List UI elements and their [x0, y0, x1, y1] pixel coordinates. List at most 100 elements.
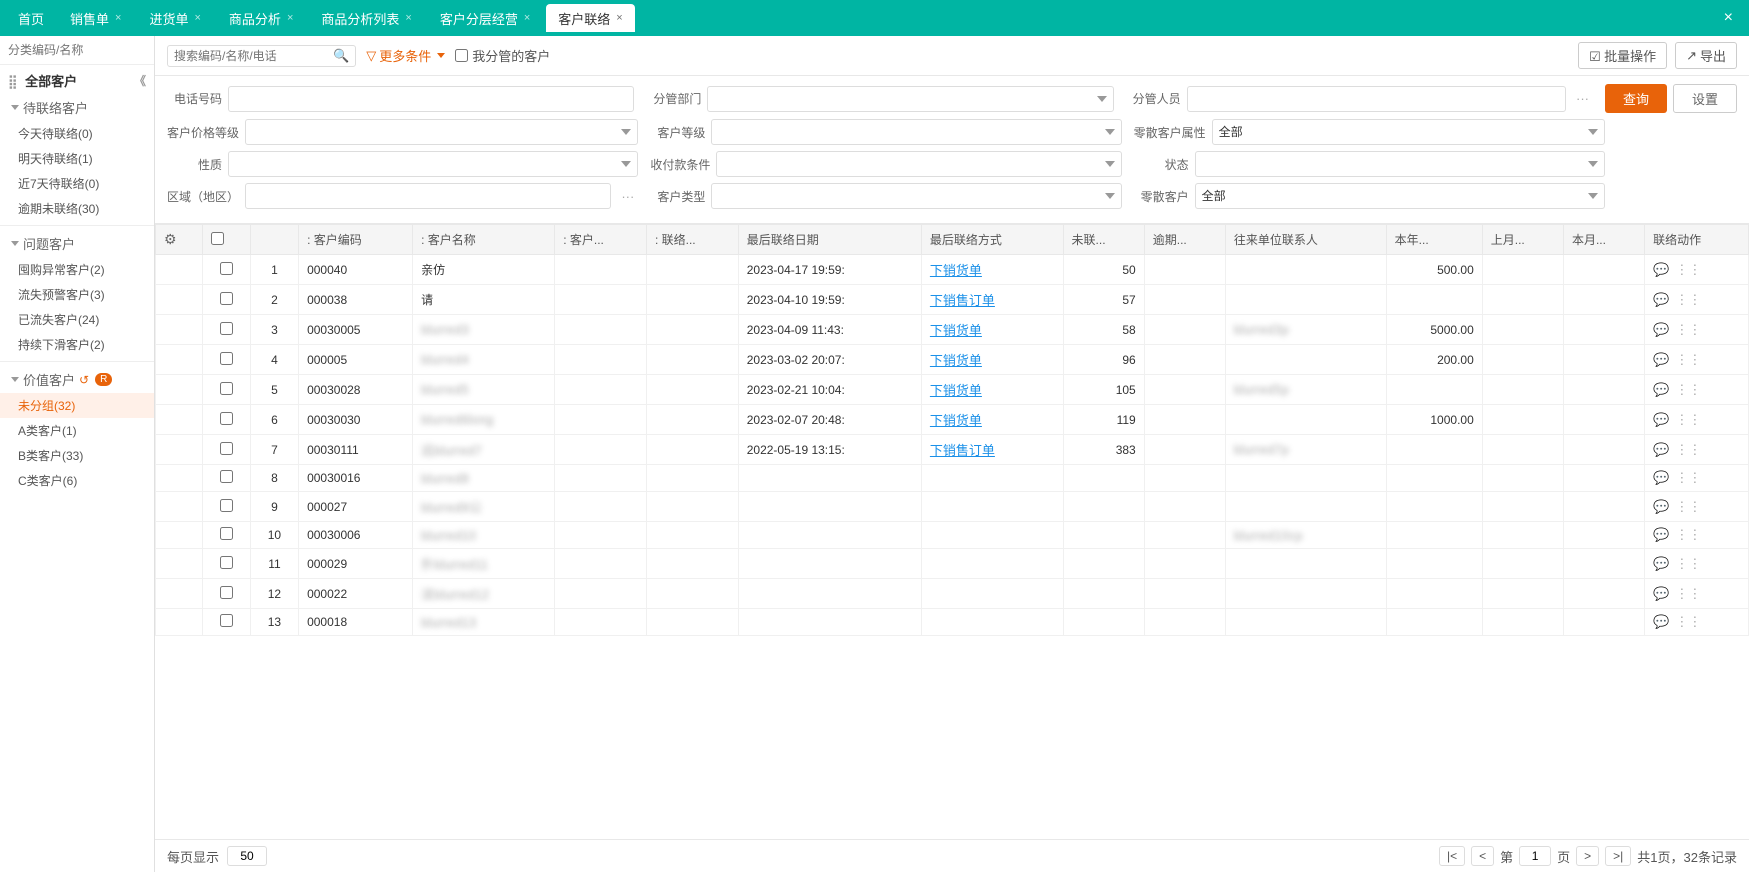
- th-code[interactable]: : 客户编码: [299, 225, 413, 255]
- chat-icon[interactable]: 💬: [1653, 352, 1669, 368]
- th-overdue[interactable]: 逾期...: [1144, 225, 1225, 255]
- close-tab-analysis-list[interactable]: ×: [405, 12, 411, 24]
- row-checkbox[interactable]: [220, 586, 233, 599]
- export-button[interactable]: ↗ 导出: [1675, 42, 1737, 69]
- grid-icon[interactable]: ⋮⋮: [1675, 322, 1701, 338]
- filter-manager-more[interactable]: ···: [1572, 91, 1593, 106]
- row-checkbox[interactable]: [220, 442, 233, 455]
- filter-region-more[interactable]: ···: [617, 189, 638, 204]
- chat-icon[interactable]: 💬: [1653, 527, 1669, 543]
- th-not-contact[interactable]: 未联...: [1063, 225, 1144, 255]
- sidebar-item-churn-warning[interactable]: 流失预警客户(3): [0, 282, 154, 307]
- grid-icon[interactable]: ⋮⋮: [1675, 499, 1701, 515]
- sidebar-collapse-icon[interactable]: 《: [134, 72, 146, 89]
- sidebar-group-value[interactable]: 价值客户 ↺ R: [0, 366, 154, 393]
- filter-manager-input[interactable]: [1187, 86, 1566, 112]
- filter-retail-attr-select[interactable]: 全部: [1212, 119, 1605, 145]
- th-this-year[interactable]: 本年...: [1386, 225, 1482, 255]
- first-page-button[interactable]: |<: [1439, 846, 1465, 866]
- contact-way-link[interactable]: 下销货单: [930, 263, 982, 278]
- chat-icon[interactable]: 💬: [1653, 292, 1669, 308]
- row-checkbox[interactable]: [220, 412, 233, 425]
- row-checkbox[interactable]: [220, 322, 233, 335]
- grid-icon[interactable]: ⋮⋮: [1675, 442, 1701, 458]
- sidebar-group-problem[interactable]: 问题客户: [0, 230, 154, 257]
- row-checkbox[interactable]: [220, 556, 233, 569]
- chat-icon[interactable]: 💬: [1653, 470, 1669, 486]
- grid-icon[interactable]: ⋮⋮: [1675, 614, 1701, 630]
- sidebar-item-overdue[interactable]: 逾期未联络(30): [0, 196, 154, 221]
- row-checkbox[interactable]: [220, 527, 233, 540]
- query-button[interactable]: 查询: [1605, 84, 1667, 113]
- filter-nature-select[interactable]: [228, 151, 638, 177]
- sidebar-item-7days[interactable]: 近7天待联络(0): [0, 171, 154, 196]
- nav-tab-analysis-list[interactable]: 商品分析列表 ×: [309, 4, 423, 32]
- nav-tab-purchase[interactable]: 进货单 ×: [137, 4, 212, 32]
- filter-phone-input[interactable]: [228, 86, 634, 112]
- page-num-input[interactable]: [1519, 846, 1551, 866]
- th-contact[interactable]: : 联络...: [646, 225, 738, 255]
- contact-way-link[interactable]: 下销货单: [930, 353, 982, 368]
- row-checkbox[interactable]: [220, 614, 233, 627]
- th-last-month[interactable]: 上月...: [1482, 225, 1563, 255]
- grid-icon[interactable]: ⋮⋮: [1675, 586, 1701, 602]
- row-checkbox[interactable]: [220, 382, 233, 395]
- sidebar-item-ungroup[interactable]: 未分组(32): [0, 393, 154, 418]
- th-contact-person[interactable]: 往来单位联系人: [1225, 225, 1386, 255]
- row-checkbox[interactable]: [220, 262, 233, 275]
- sidebar-item-declining[interactable]: 持续下滑客户(2): [0, 332, 154, 357]
- row-checkbox[interactable]: [220, 352, 233, 365]
- th-name[interactable]: : 客户名称: [413, 225, 555, 255]
- filter-region-input[interactable]: [245, 183, 611, 209]
- sidebar-item-type-a[interactable]: A类客户(1): [0, 418, 154, 443]
- close-tab-purchase[interactable]: ×: [194, 12, 200, 24]
- contact-way-link[interactable]: 下销货单: [930, 323, 982, 338]
- my-customers-checkbox-wrap[interactable]: 我分管的客户: [455, 46, 550, 65]
- chat-icon[interactable]: 💬: [1653, 586, 1669, 602]
- chat-icon[interactable]: 💬: [1653, 322, 1669, 338]
- sidebar-group-waiting[interactable]: 待联络客户: [0, 94, 154, 121]
- main-search-icon[interactable]: 🔍: [333, 48, 349, 64]
- grid-icon[interactable]: ⋮⋮: [1675, 412, 1701, 428]
- grid-icon[interactable]: ⋮⋮: [1675, 262, 1701, 278]
- close-tab-analysis[interactable]: ×: [287, 12, 293, 24]
- nav-home[interactable]: 首页: [8, 9, 54, 28]
- chat-icon[interactable]: 💬: [1653, 499, 1669, 515]
- grid-icon[interactable]: ⋮⋮: [1675, 382, 1701, 398]
- nav-tab-customer-contact[interactable]: 客户联络 ×: [546, 4, 634, 32]
- filter-retail-cust-select[interactable]: 全部: [1195, 183, 1605, 209]
- close-tab-customer-contact[interactable]: ×: [616, 12, 622, 24]
- th-this-month[interactable]: 本月...: [1563, 225, 1644, 255]
- th-last-contact-way[interactable]: 最后联络方式: [921, 225, 1063, 255]
- chat-icon[interactable]: 💬: [1653, 442, 1669, 458]
- chat-icon[interactable]: 💬: [1653, 412, 1669, 428]
- sidebar-search-input[interactable]: [8, 43, 155, 57]
- contact-way-link[interactable]: 下销货单: [930, 413, 982, 428]
- refresh-icon[interactable]: ↺: [79, 373, 89, 387]
- per-page-input[interactable]: [227, 846, 267, 866]
- more-filters-button[interactable]: ▽ 更多条件: [366, 46, 445, 65]
- th-last-contact-date[interactable]: 最后联络日期: [738, 225, 921, 255]
- row-checkbox[interactable]: [220, 470, 233, 483]
- sidebar-item-churned[interactable]: 已流失客户(24): [0, 307, 154, 332]
- batch-op-button[interactable]: ☑ 批量操作: [1578, 42, 1667, 69]
- contact-way-link[interactable]: 下销货单: [930, 383, 982, 398]
- grid-icon[interactable]: ⋮⋮: [1675, 352, 1701, 368]
- filter-price-level-select[interactable]: [245, 119, 638, 145]
- grid-icon[interactable]: ⋮⋮: [1675, 527, 1701, 543]
- next-page-button[interactable]: >: [1576, 846, 1599, 866]
- filter-cust-level-select[interactable]: [711, 119, 1121, 145]
- chat-icon[interactable]: 💬: [1653, 262, 1669, 278]
- th-type[interactable]: : 客户...: [555, 225, 647, 255]
- all-customers-header[interactable]: ⣿ 全部客户 《: [0, 65, 154, 94]
- filter-cust-type-select[interactable]: [711, 183, 1121, 209]
- filter-dept-select[interactable]: [707, 86, 1113, 112]
- sidebar-item-type-b[interactable]: B类客户(33): [0, 443, 154, 468]
- filter-status-select[interactable]: [1195, 151, 1605, 177]
- close-tab-customer-segment[interactable]: ×: [524, 12, 530, 24]
- contact-way-link[interactable]: 下销售订单: [930, 443, 995, 458]
- sidebar-item-tomorrow[interactable]: 明天待联络(1): [0, 146, 154, 171]
- sidebar-item-type-c[interactable]: C类客户(6): [0, 468, 154, 493]
- nav-tab-sales[interactable]: 销售单 ×: [58, 4, 133, 32]
- reset-button[interactable]: 设置: [1673, 84, 1737, 113]
